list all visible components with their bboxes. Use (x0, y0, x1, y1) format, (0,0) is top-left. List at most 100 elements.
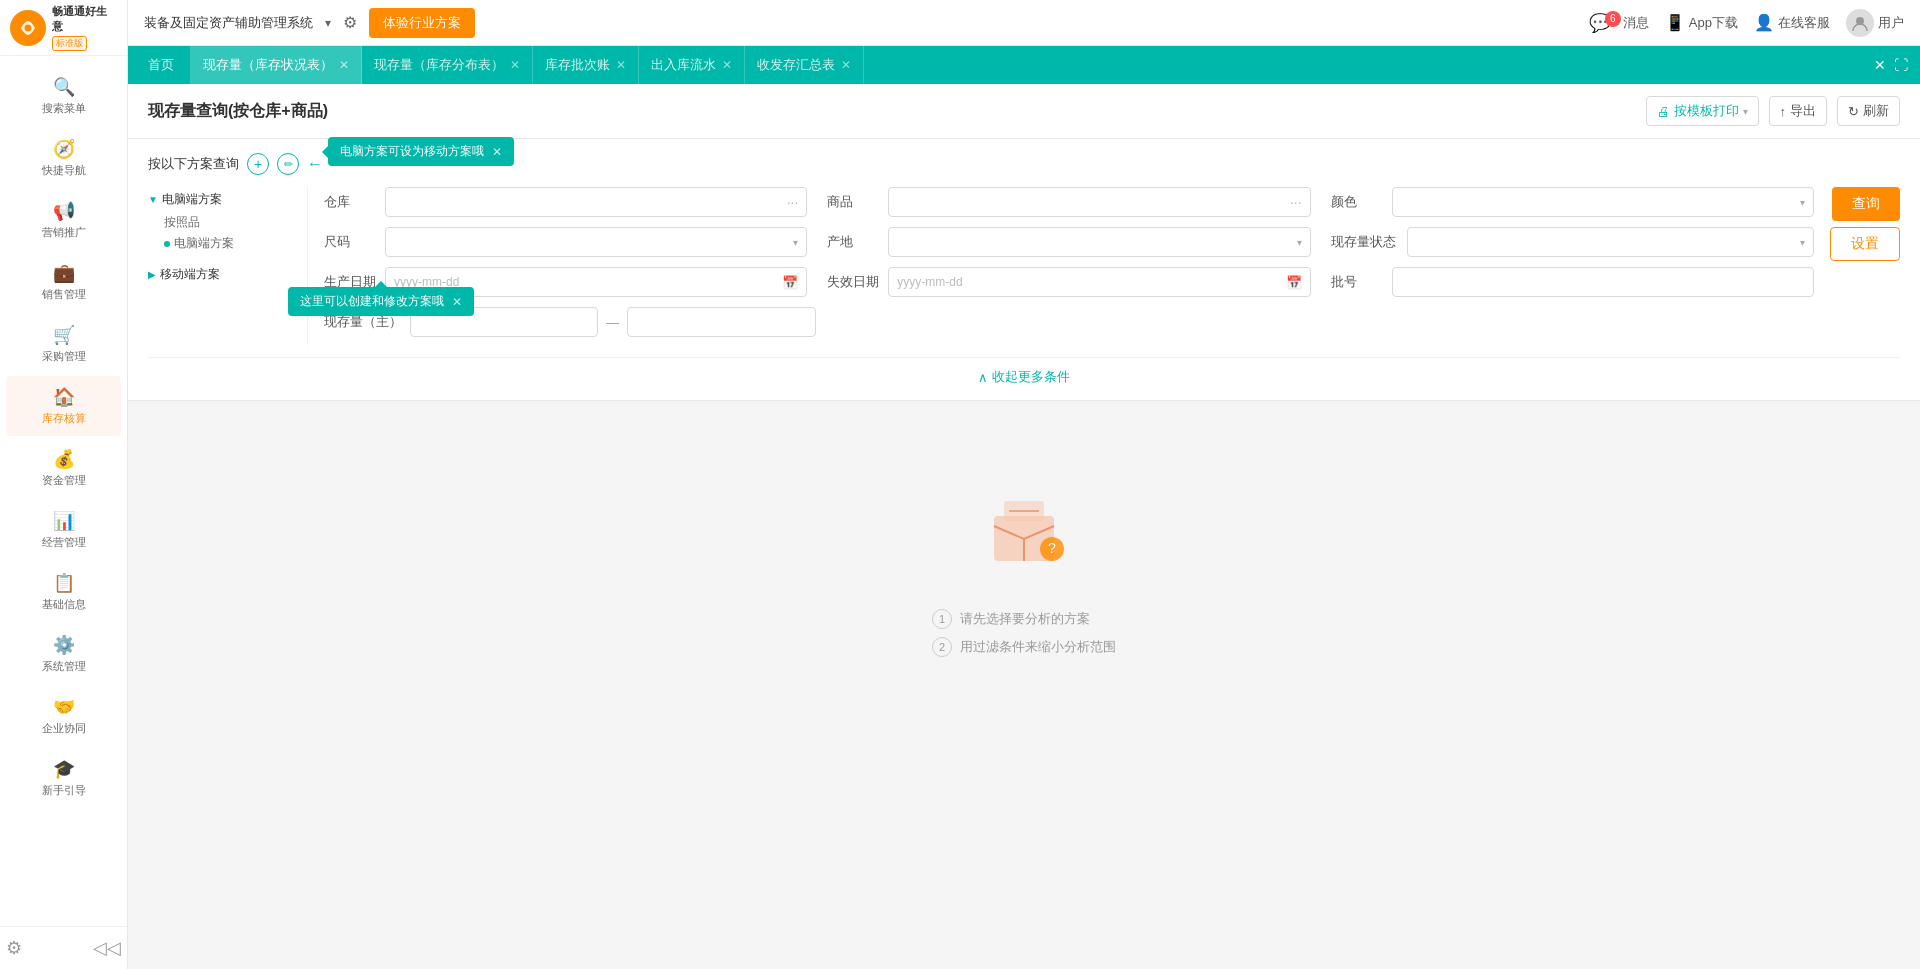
template-dropdown-icon: ▾ (1743, 106, 1748, 117)
nav-marketing[interactable]: 📢 营销推广 (6, 190, 121, 250)
settings-header-icon[interactable]: ⚙ (343, 13, 357, 32)
user-label: 用户 (1878, 14, 1904, 32)
edit-scheme-button[interactable]: ✏ (277, 153, 299, 175)
scheme-item-desktop-2[interactable]: 电脑端方案 (148, 233, 297, 254)
logo-area: 畅通通好生意 标准版 (0, 0, 127, 56)
stock-status-label: 现存量状态 (1331, 233, 1401, 251)
calendar-icon-expire[interactable]: 📅 (1286, 275, 1302, 290)
tab-stock-status[interactable]: 现存量（库存状况表） ✕ (191, 46, 362, 84)
back-scheme-icon[interactable]: ← (307, 155, 323, 173)
nav-finance[interactable]: 💰 资金管理 (6, 438, 121, 498)
tab-batch[interactable]: 库存批次账 ✕ (533, 46, 639, 84)
tab-close-all-icon[interactable]: ✕ (1874, 57, 1886, 73)
expire-date-start[interactable]: yyyy-mm-dd 📅 (888, 267, 1310, 297)
nav-inventory[interactable]: 🏠 库存核算 (6, 376, 121, 436)
scheme-tooltip-close[interactable]: ✕ (492, 145, 502, 159)
nav-base[interactable]: 📋 基础信息 (6, 562, 121, 622)
operations-icon: 📊 (53, 510, 75, 532)
scheme-group-mobile-header[interactable]: ▶ 移动端方案 (148, 262, 297, 287)
filter-row-3: 生产日期 yyyy-mm-dd 📅 失效日期 yyyy-mm-dd 📅 (324, 267, 1814, 297)
tab-close-inout[interactable]: ✕ (722, 58, 732, 72)
goods-input[interactable]: ··· (888, 187, 1310, 217)
origin-select[interactable]: ▾ (888, 227, 1310, 257)
user-area[interactable]: 用户 (1846, 9, 1904, 37)
collapse-icon: ∧ (978, 370, 988, 385)
warehouse-cell: 仓库 ··· (324, 187, 807, 217)
empty-hints: 1 请先选择要分析的方案 2 用过滤条件来缩小分析范围 (932, 609, 1116, 657)
size-select[interactable]: ▾ (385, 227, 807, 257)
nav-quicknav[interactable]: 🧭 快捷导航 (6, 128, 121, 188)
add-scheme-button[interactable]: + (247, 153, 269, 175)
top-header: 装备及固定资产辅助管理系统 ▾ ⚙ 体验行业方案 💬 6 消息 📱 App下载 … (128, 0, 1920, 46)
search-icon: 🔍 (53, 76, 75, 98)
reset-button[interactable]: 设置 (1830, 227, 1900, 261)
create-tooltip-close[interactable]: ✕ (452, 295, 462, 309)
svg-point-0 (25, 24, 32, 31)
tab-close-receive-send[interactable]: ✕ (841, 58, 851, 72)
stock-status-select[interactable]: ▾ (1407, 227, 1814, 257)
filter-label: 按以下方案查询 (148, 155, 239, 173)
empty-hint-2: 2 用过滤条件来缩小分析范围 (932, 637, 1116, 657)
nav-sales[interactable]: 💼 销售管理 (6, 252, 121, 312)
notification-area[interactable]: 💬 6 消息 (1589, 12, 1649, 34)
nav-operations[interactable]: 📊 经营管理 (6, 500, 121, 560)
page-content: 现存量查询(按仓库+商品) 🖨 按模板打印 ▾ ↑ 导出 ↻ 刷新 (128, 84, 1920, 969)
batch-cell: 批号 (1331, 267, 1814, 297)
trial-button[interactable]: 体验行业方案 (369, 8, 475, 38)
nav-search[interactable]: 🔍 搜索菜单 (6, 66, 121, 126)
page-title: 现存量查询(按仓库+商品) (148, 101, 328, 122)
expire-date-cell: 失效日期 yyyy-mm-dd 📅 (827, 267, 1310, 297)
chevron-down-color: ▾ (1800, 197, 1805, 208)
nav-guide[interactable]: 🎓 新手引导 (6, 748, 121, 808)
refresh-button[interactable]: ↻ 刷新 (1837, 96, 1900, 126)
color-cell: 颜色 ▾ (1331, 187, 1814, 217)
tab-close-stock-dist[interactable]: ✕ (510, 58, 520, 72)
calendar-icon-prod[interactable]: 📅 (782, 275, 798, 290)
scheme-item-desktop-1[interactable]: 按照品 (148, 212, 297, 233)
system-dropdown-icon[interactable]: ▾ (325, 16, 331, 30)
nav-purchase[interactable]: 🛒 采购管理 (6, 314, 121, 374)
tab-actions: ✕ ⛶ (1866, 57, 1916, 73)
enterprise-icon: 🤝 (53, 696, 75, 718)
tab-stock-dist[interactable]: 现存量（库存分布表） ✕ (362, 46, 533, 84)
scheme-group-desktop-header[interactable]: ▼ 电脑端方案 (148, 187, 297, 212)
tab-receive-send[interactable]: 收发存汇总表 ✕ (745, 46, 864, 84)
settings-footer-icon[interactable]: ⚙ (6, 937, 22, 959)
compass-icon: 🧭 (53, 138, 75, 160)
app-download[interactable]: 📱 App下载 (1665, 13, 1738, 32)
warehouse-input[interactable]: ··· (385, 187, 807, 217)
batch-input[interactable] (1392, 267, 1814, 297)
chevron-right-icon: ▶ (148, 269, 156, 280)
service-icon: 👤 (1754, 13, 1774, 32)
nav-system[interactable]: ⚙️ 系统管理 (6, 624, 121, 684)
header-left: 装备及固定资产辅助管理系统 ▾ ⚙ 体验行业方案 (144, 8, 475, 38)
online-service[interactable]: 👤 在线客服 (1754, 13, 1830, 32)
tab-close-stock-status[interactable]: ✕ (339, 58, 349, 72)
tab-fullscreen-icon[interactable]: ⛶ (1894, 57, 1908, 73)
scheme-group-mobile: ▶ 移动端方案 (148, 262, 297, 287)
warehouse-dots[interactable]: ··· (787, 194, 799, 210)
color-select[interactable]: ▾ (1392, 187, 1814, 217)
search-button[interactable]: 查询 (1832, 187, 1900, 221)
tab-home[interactable]: 首页 (132, 46, 191, 84)
template-print-button[interactable]: 🖨 按模板打印 ▾ (1646, 96, 1759, 126)
tab-close-batch[interactable]: ✕ (616, 58, 626, 72)
export-button[interactable]: ↑ 导出 (1769, 96, 1828, 126)
finance-icon: 💰 (53, 448, 75, 470)
header-right: 💬 6 消息 📱 App下载 👤 在线客服 用户 (1589, 9, 1904, 37)
main-content: 装备及固定资产辅助管理系统 ▾ ⚙ 体验行业方案 💬 6 消息 📱 App下载 … (128, 0, 1920, 969)
goods-cell: 商品 ··· (827, 187, 1310, 217)
stock-main-end[interactable] (627, 307, 815, 337)
system-icon: ⚙️ (53, 634, 75, 656)
collapse-sidebar-icon[interactable]: ◁◁ (93, 937, 121, 959)
nav-menu: 🔍 搜索菜单 🧭 快捷导航 📢 营销推广 💼 销售管理 🛒 采购管理 🏠 库存核… (0, 56, 127, 926)
page-header: 现存量查询(按仓库+商品) 🖨 按模板打印 ▾ ↑ 导出 ↻ 刷新 (128, 84, 1920, 139)
origin-label: 产地 (827, 233, 882, 251)
nav-enterprise[interactable]: 🤝 企业协同 (6, 686, 121, 746)
goods-dots[interactable]: ··· (1290, 194, 1302, 210)
refresh-icon: ↻ (1848, 104, 1859, 119)
scheme-dot (164, 241, 170, 247)
tab-inout[interactable]: 出入库流水 ✕ (639, 46, 745, 84)
stock-status-cell: 现存量状态 ▾ (1331, 227, 1814, 257)
collapse-button[interactable]: ∧ 收起更多条件 (978, 368, 1070, 386)
